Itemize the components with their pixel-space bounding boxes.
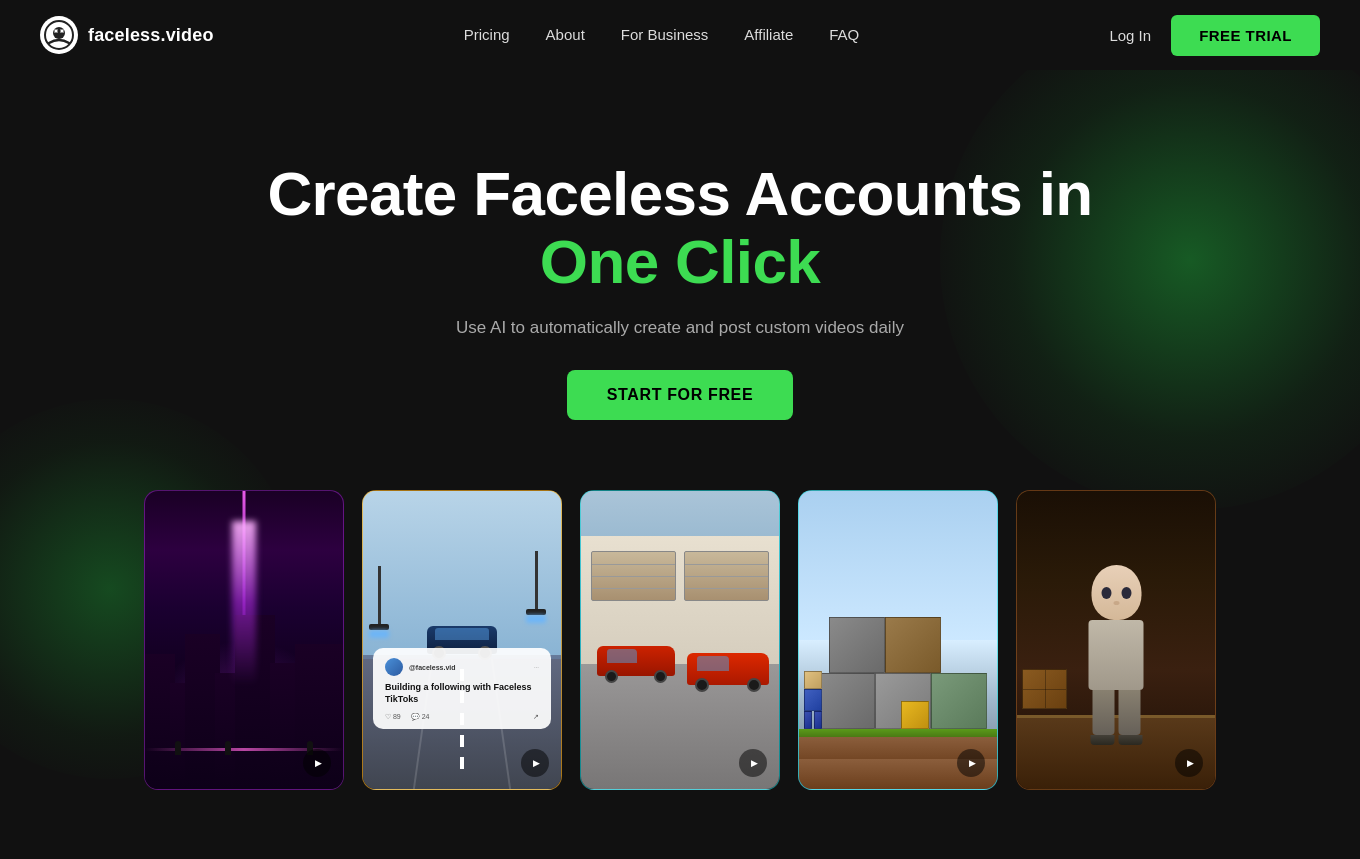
video-card-child[interactable] — [1016, 490, 1216, 790]
overlay-username: @faceless.vid — [409, 664, 456, 671]
overlay-options: ··· — [534, 664, 539, 670]
nav-pricing[interactable]: Pricing — [464, 26, 510, 43]
video-card-highway[interactable]: @faceless.vid ··· Building a following w… — [362, 490, 562, 790]
video-cards-container: @faceless.vid ··· Building a following w… — [104, 490, 1256, 790]
nav-affiliate[interactable]: Affiliate — [744, 26, 793, 43]
child-head — [1091, 565, 1141, 620]
overlay-title-text: Building a following with Faceless TikTo… — [385, 682, 539, 705]
overlay-stats: ♡ 89 💬 24 ↗ — [385, 713, 539, 721]
navbar: faceless.video Pricing About For Busines… — [0, 0, 1360, 70]
free-trial-button[interactable]: FREE TRIAL — [1171, 15, 1320, 56]
hero-title-accent: One Click — [267, 228, 1092, 296]
share-icon: ↗ — [533, 713, 539, 721]
nav-links: Pricing About For Business Affiliate FAQ — [464, 26, 860, 44]
login-button[interactable]: Log In — [1109, 27, 1151, 44]
nav-for-business[interactable]: For Business — [621, 26, 709, 43]
like-count: ♡ 89 — [385, 713, 401, 721]
hero-subtitle: Use AI to automatically create and post … — [267, 318, 1092, 338]
logo-link[interactable]: faceless.video — [40, 16, 214, 54]
hero-title: Create Faceless Accounts in One Click — [267, 160, 1092, 296]
nav-about[interactable]: About — [546, 26, 585, 43]
social-overlay: @faceless.vid ··· Building a following w… — [373, 648, 551, 729]
hero-content: Create Faceless Accounts in One Click Us… — [267, 70, 1092, 460]
video-card-cyberpunk[interactable] — [144, 490, 344, 790]
video-card-garage[interactable] — [580, 490, 780, 790]
overlay-avatar — [385, 658, 403, 676]
child-figure — [1089, 565, 1144, 745]
start-for-free-button[interactable]: START FOR FREE — [567, 370, 793, 420]
child-body — [1089, 620, 1144, 690]
logo-icon — [40, 16, 78, 54]
video-card-minecraft[interactable] — [798, 490, 998, 790]
comment-count: 💬 24 — [411, 713, 430, 721]
child-legs — [1089, 690, 1144, 735]
nav-right: Log In FREE TRIAL — [1109, 15, 1320, 56]
nav-faq[interactable]: FAQ — [829, 26, 859, 43]
logo-text: faceless.video — [88, 25, 214, 46]
hero-section: Create Faceless Accounts in One Click Us… — [0, 70, 1360, 859]
svg-point-1 — [53, 27, 65, 39]
